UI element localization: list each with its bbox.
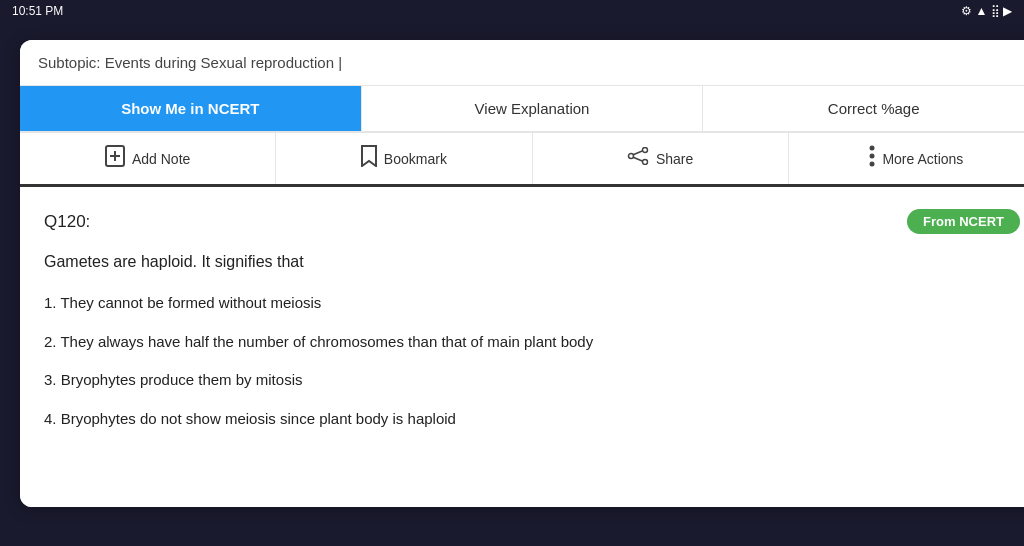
option-3: 3. Bryophytes produce them by mitosis xyxy=(44,369,1020,392)
subtopic-bar: Subtopic: Events during Sexual reproduct… xyxy=(20,40,1024,86)
option-2-text: 2. They always have half the number of c… xyxy=(44,333,593,350)
option-1-text: 1. They cannot be formed without meiosis xyxy=(44,294,321,311)
subtopic-value: Events during Sexual reproduction | xyxy=(105,54,342,71)
bookmark-button[interactable]: Bookmark xyxy=(276,133,532,184)
bookmark-label: Bookmark xyxy=(384,151,447,167)
ncert-badge: From NCERT xyxy=(907,209,1020,234)
system-icons: ⚙ ▲ ⣿ ▶ xyxy=(961,4,1012,18)
tab-correct-percentage[interactable]: Correct %age xyxy=(703,86,1024,131)
option-4: 4. Bryophytes do not show meiosis since … xyxy=(44,408,1020,431)
note-icon xyxy=(105,145,125,172)
option-2: 2. They always have half the number of c… xyxy=(44,331,1020,354)
more-actions-button[interactable]: More Actions xyxy=(789,133,1024,184)
more-actions-label: More Actions xyxy=(882,151,963,167)
content-area: Q120: From NCERT Gametes are haploid. It… xyxy=(20,187,1024,507)
svg-point-4 xyxy=(642,160,647,165)
share-icon xyxy=(627,147,649,170)
svg-point-8 xyxy=(870,146,875,151)
tabs-row: Show Me in NCERT View Explanation Correc… xyxy=(20,86,1024,133)
option-1: 1. They cannot be formed without meiosis xyxy=(44,292,1020,315)
status-bar: 10:51 PM ⚙ ▲ ⣿ ▶ xyxy=(0,0,1024,22)
question-header: Q120: From NCERT xyxy=(44,209,1020,234)
option-3-text: 3. Bryophytes produce them by mitosis xyxy=(44,371,302,388)
actions-row: Add Note Bookmark xyxy=(20,133,1024,187)
add-note-button[interactable]: Add Note xyxy=(20,133,276,184)
more-icon xyxy=(869,145,875,172)
add-note-label: Add Note xyxy=(132,151,190,167)
svg-point-10 xyxy=(870,162,875,167)
tab-show-ncert[interactable]: Show Me in NCERT xyxy=(20,86,362,131)
question-number: Q120: xyxy=(44,212,90,232)
option-4-text: 4. Bryophytes do not show meiosis since … xyxy=(44,410,456,427)
tab-view-explanation[interactable]: View Explanation xyxy=(362,86,704,131)
time: 10:51 PM xyxy=(12,4,63,18)
svg-line-7 xyxy=(633,157,643,161)
svg-line-6 xyxy=(633,151,643,155)
share-button[interactable]: Share xyxy=(533,133,789,184)
svg-point-9 xyxy=(870,154,875,159)
svg-point-5 xyxy=(628,154,633,159)
share-label: Share xyxy=(656,151,693,167)
question-text: Gametes are haploid. It signifies that xyxy=(44,250,1020,274)
app-container: Subtopic: Events during Sexual reproduct… xyxy=(20,40,1024,507)
bookmark-icon xyxy=(361,145,377,172)
subtopic-label: Subtopic: xyxy=(38,54,101,71)
svg-point-3 xyxy=(642,148,647,153)
